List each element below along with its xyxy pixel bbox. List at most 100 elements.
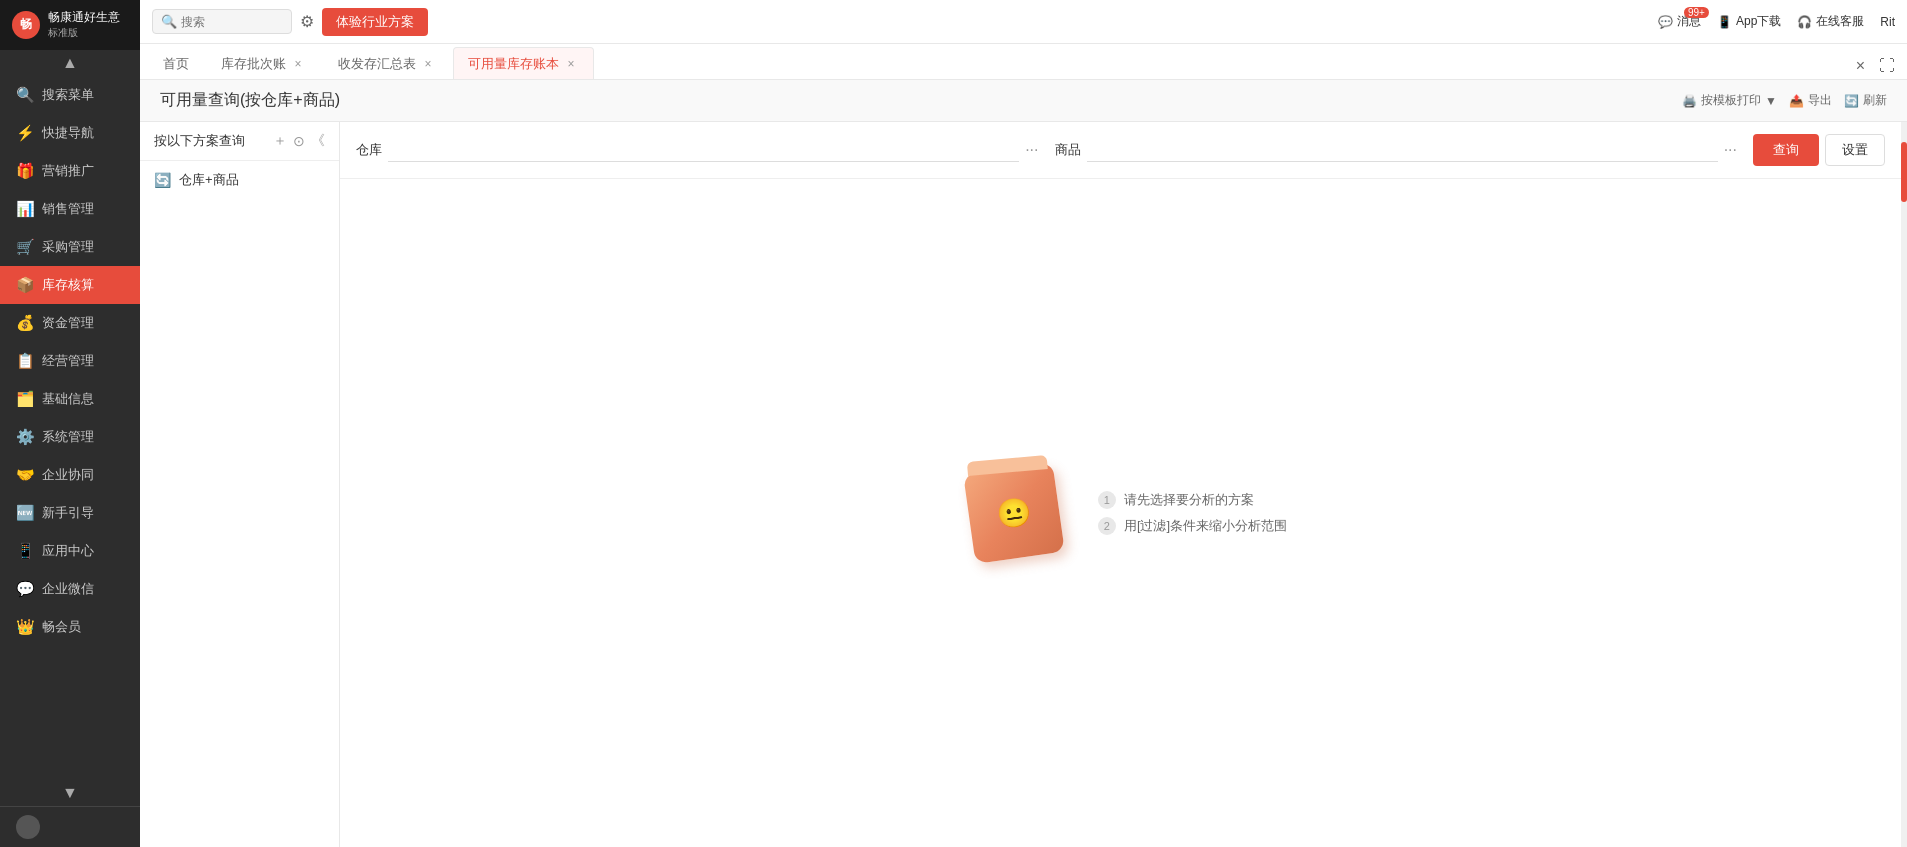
user-menu-btn[interactable]: Rit [1880, 15, 1895, 29]
tab-close-available[interactable]: × [563, 56, 579, 72]
marketing-icon: 🎁 [16, 162, 34, 180]
filter-panel-title: 按以下方案查询 [154, 132, 245, 150]
enterprise-icon: 🤝 [16, 466, 34, 484]
sidebar-item-system[interactable]: ⚙️ 系统管理 [0, 418, 140, 456]
sidebar-item-basic[interactable]: 🗂️ 基础信息 [0, 380, 140, 418]
goods-label: 商品 [1055, 141, 1081, 159]
tab-maximize-btn[interactable]: ⛶ [1875, 53, 1899, 79]
empty-illustration: 😐 [954, 453, 1074, 573]
tab-close-summary[interactable]: × [420, 56, 436, 72]
online-service-btn[interactable]: 🎧 在线客服 [1797, 13, 1864, 30]
search-icon-topbar: 🔍 [161, 14, 177, 29]
inventory-icon: 📦 [16, 276, 34, 294]
sidebar-item-wechat[interactable]: 💬 企业微信 [0, 570, 140, 608]
app-download-btn[interactable]: 📱 App下载 [1717, 13, 1781, 30]
system-icon: ⚙️ [16, 428, 34, 446]
sidebar-nav: 🔍 搜索菜单 ⚡ 快捷导航 🎁 营销推广 📊 销售管理 🛒 采购管理 📦 库存核… [0, 76, 140, 780]
print-icon: 🖨️ [1682, 94, 1697, 108]
app-icon: 📱 [1717, 15, 1732, 29]
trial-button[interactable]: 体验行业方案 [322, 8, 428, 36]
print-dropdown-icon: ▼ [1765, 94, 1777, 108]
tab-bar: 首页 库存批次账 × 收发存汇总表 × 可用量库存账本 × × ⛶ [140, 44, 1907, 80]
filter-header: 按以下方案查询 ＋ ⊙ 《 [140, 122, 339, 161]
search-input[interactable] [181, 15, 281, 29]
sidebar-scroll-down[interactable]: ▼ [0, 780, 140, 806]
goods-more-btn[interactable]: ··· [1724, 141, 1737, 159]
tab-available[interactable]: 可用量库存账本 × [453, 47, 594, 79]
basic-icon: 🗂️ [16, 390, 34, 408]
tip-num-1: 1 [1098, 491, 1116, 509]
gear-icon[interactable]: ⚙ [300, 12, 314, 31]
purchase-icon: 🛒 [16, 238, 34, 256]
export-icon: 📤 [1789, 94, 1804, 108]
sidebar-item-inventory[interactable]: 📦 库存核算 [0, 266, 140, 304]
query-actions: 查询 设置 [1753, 134, 1885, 166]
filter-add-btn[interactable]: ＋ [273, 132, 287, 150]
sidebar-item-enterprise[interactable]: 🤝 企业协同 [0, 456, 140, 494]
warehouse-input[interactable] [388, 139, 1019, 162]
sidebar-item-marketing[interactable]: 🎁 营销推广 [0, 152, 140, 190]
sidebar-item-member[interactable]: 👑 畅会员 [0, 608, 140, 646]
sidebar-item-operation[interactable]: 📋 经营管理 [0, 342, 140, 380]
tab-batch[interactable]: 库存批次账 × [206, 47, 321, 79]
warehouse-label: 仓库 [356, 141, 382, 159]
sidebar-item-search[interactable]: 🔍 搜索菜单 [0, 76, 140, 114]
empty-tip-1: 1 请先选择要分析的方案 [1098, 491, 1287, 509]
topbar: 🔍 ⚙ 体验行业方案 💬 消息 99+ 📱 App下载 🎧 在线客服 Rit [140, 0, 1907, 44]
sidebar-item-finance[interactable]: 💰 资金管理 [0, 304, 140, 342]
sidebar-scroll-up[interactable]: ▲ [0, 50, 140, 76]
page-title: 可用量查询(按仓库+商品) [160, 90, 340, 111]
warehouse-more-btn[interactable]: ··· [1025, 141, 1038, 159]
tab-close-batch[interactable]: × [290, 56, 306, 72]
message-badge: 99+ [1684, 7, 1709, 18]
sidebar-logo: 畅 [12, 11, 40, 39]
member-icon: 👑 [16, 618, 34, 636]
goods-input[interactable] [1087, 139, 1718, 162]
newbie-icon: 🆕 [16, 504, 34, 522]
empty-tips: 1 请先选择要分析的方案 2 用[过滤]条件来缩小分析范围 [1098, 491, 1287, 535]
finance-icon: 💰 [16, 314, 34, 332]
quicknav-icon: ⚡ [16, 124, 34, 142]
tab-bar-controls: × ⛶ [1852, 53, 1899, 79]
sidebar-item-sales[interactable]: 📊 销售管理 [0, 190, 140, 228]
query-button[interactable]: 查询 [1753, 134, 1819, 166]
filter-collapse-btn[interactable]: 《 [311, 132, 325, 150]
sidebar: 畅 畅康通好生意 标准版 ▲ 🔍 搜索菜单 ⚡ 快捷导航 🎁 营销推广 📊 销售… [0, 0, 140, 847]
scrollbar-thumb[interactable] [1901, 142, 1907, 202]
tab-home[interactable]: 首页 [148, 47, 204, 79]
empty-state: 😐 1 请先选择要分析的方案 2 用[过滤]条件来缩小分析范围 [340, 179, 1901, 847]
operation-icon: 📋 [16, 352, 34, 370]
search-box[interactable]: 🔍 [152, 9, 292, 34]
search-icon: 🔍 [16, 86, 34, 104]
filter-panel: 按以下方案查询 ＋ ⊙ 《 🔄 仓库+商品 [140, 122, 340, 847]
wechat-icon: 💬 [16, 580, 34, 598]
main-area: 🔍 ⚙ 体验行业方案 💬 消息 99+ 📱 App下载 🎧 在线客服 Rit [140, 0, 1907, 847]
sidebar-bottom [0, 806, 140, 847]
goods-filter-group: 商品 ··· [1055, 139, 1738, 162]
empty-box-face: 😐 [994, 494, 1033, 532]
message-btn[interactable]: 💬 消息 99+ [1658, 13, 1701, 30]
sidebar-title: 畅康通好生意 [48, 10, 120, 26]
print-btn[interactable]: 🖨️ 按模板打印 ▼ [1682, 92, 1777, 109]
filter-item-warehouse-goods[interactable]: 🔄 仓库+商品 [140, 161, 339, 199]
warehouse-goods-icon: 🔄 [154, 172, 171, 188]
refresh-icon: 🔄 [1844, 94, 1859, 108]
sidebar-item-purchase[interactable]: 🛒 采购管理 [0, 228, 140, 266]
sidebar-item-newbie[interactable]: 🆕 新手引导 [0, 494, 140, 532]
appcenter-icon: 📱 [16, 542, 34, 560]
filter-header-actions: ＋ ⊙ 《 [273, 132, 325, 150]
setting-button[interactable]: 设置 [1825, 134, 1885, 166]
filter-settings-btn[interactable]: ⊙ [293, 132, 305, 150]
export-btn[interactable]: 📤 导出 [1789, 92, 1832, 109]
content-area: 按以下方案查询 ＋ ⊙ 《 🔄 仓库+商品 仓库 ··· [140, 122, 1907, 847]
right-scrollbar [1901, 122, 1907, 847]
query-area: 仓库 ··· 商品 ··· 查询 设置 😐 [340, 122, 1901, 847]
sales-icon: 📊 [16, 200, 34, 218]
tab-close-all-btn[interactable]: × [1852, 53, 1869, 79]
sidebar-item-quicknav[interactable]: ⚡ 快捷导航 [0, 114, 140, 152]
tab-summary[interactable]: 收发存汇总表 × [323, 47, 451, 79]
user-avatar [16, 815, 40, 839]
sidebar-item-appcenter[interactable]: 📱 应用中心 [0, 532, 140, 570]
refresh-btn[interactable]: 🔄 刷新 [1844, 92, 1887, 109]
topbar-right: 💬 消息 99+ 📱 App下载 🎧 在线客服 Rit [1658, 13, 1895, 30]
